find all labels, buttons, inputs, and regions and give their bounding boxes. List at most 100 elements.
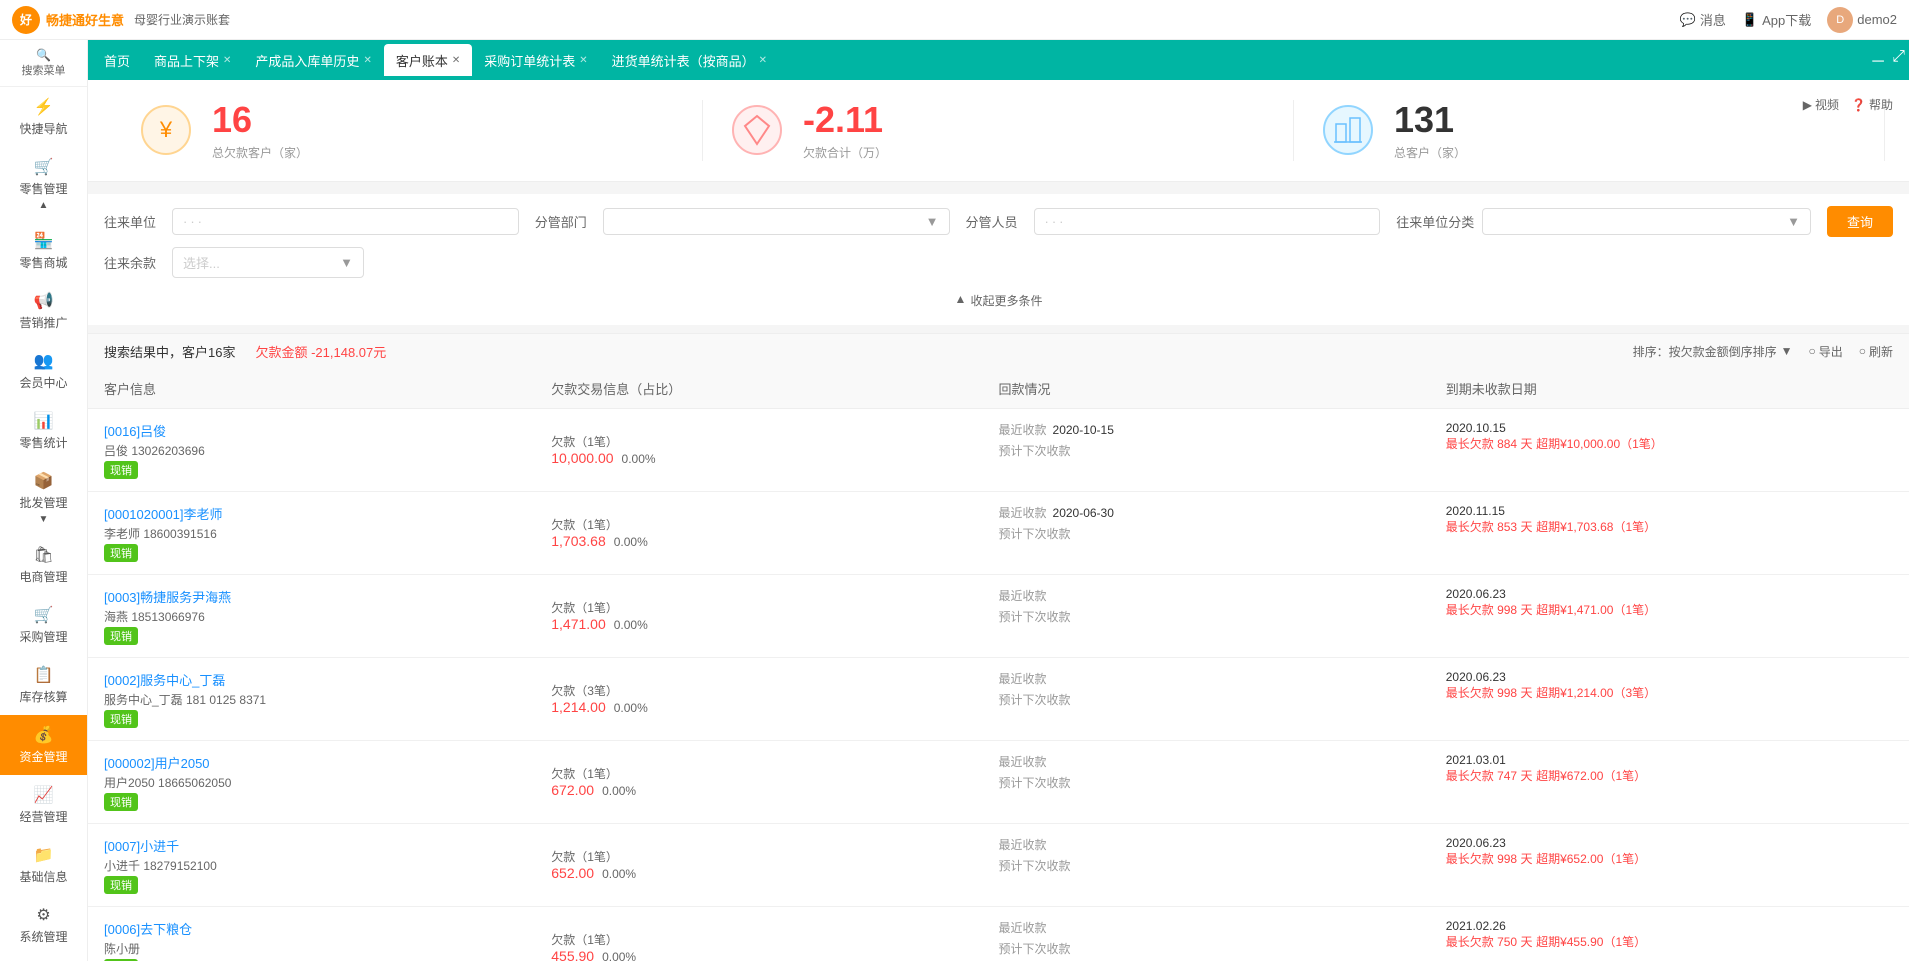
header-overdue: 到期未收款日期: [1446, 379, 1893, 398]
avatar: D: [1827, 7, 1853, 33]
overdue-link-3[interactable]: 超期¥1,214.00（3笔）: [1536, 686, 1656, 700]
search-icon: 🔍: [36, 48, 51, 62]
customer-info-2: [0003]畅捷服务尹海燕 海燕 18513066976 现销: [104, 587, 551, 645]
result-actions: 排序：按欠款金额倒序排序 ▼ ○ 导出 ○ 刷新: [1633, 343, 1893, 360]
system-icon: ⚙: [36, 905, 50, 925]
debt-info-6: 欠款（1笔） 455.900.00%: [551, 919, 998, 961]
stat-card-debt-customers: ¥ 16 总欠款客户（家）: [112, 100, 703, 161]
ecommerce-icon: 🛍: [33, 545, 53, 565]
table-row: [0001020001]李老师 李老师 18600391516 现销 欠款（1笔…: [88, 492, 1909, 575]
help-icon: ❓: [1851, 98, 1866, 112]
close-tab-products[interactable]: ✕: [223, 55, 231, 66]
overdue-6: 2021.02.26 最长欠款 750 天 超期¥455.90（1笔）: [1446, 919, 1893, 961]
customer-name-6[interactable]: [0006]去下粮仓: [104, 922, 192, 937]
tab-inventory[interactable]: 产成品入库单历史 ✕: [243, 44, 383, 76]
close-tab-inventory[interactable]: ✕: [363, 55, 371, 66]
close-tab-purchase[interactable]: ✕: [579, 55, 587, 66]
close-tab-stats[interactable]: ✕: [759, 55, 767, 66]
overdue-link-0[interactable]: 超期¥10,000.00（1笔）: [1536, 437, 1663, 451]
stat-icon-building: [1318, 100, 1378, 160]
retail-stats-icon: 📊: [34, 411, 54, 431]
sidebar-item-quicknav[interactable]: ⚡ 快捷导航: [0, 87, 87, 147]
sidebar-item-wholesale[interactable]: 📦 批发管理 ▼: [0, 461, 87, 535]
wholesale-icon: 📦: [34, 471, 54, 491]
svg-text:¥: ¥: [159, 117, 173, 142]
sidebar-item-marketing[interactable]: 📢 营销推广: [0, 281, 87, 341]
tab-maximize-icon[interactable]: ⤢: [1892, 48, 1905, 72]
overdue-link-6[interactable]: 超期¥455.90（1笔）: [1536, 935, 1646, 949]
tab-purchase-order[interactable]: 采购订单统计表 ✕: [472, 44, 599, 76]
user-menu[interactable]: D demo2: [1827, 7, 1897, 33]
app-download-btn[interactable]: 📱 App下载: [1742, 10, 1811, 29]
sidebar-item-ecommerce[interactable]: 🛍 电商管理: [0, 535, 87, 595]
sidebar-search[interactable]: 🔍 搜索菜单: [0, 40, 87, 87]
sidebar-item-basic-info[interactable]: 📁 基础信息: [0, 835, 87, 895]
sidebar-item-retail-mgmt[interactable]: 🛒 零售管理 ▲: [0, 147, 87, 221]
collection-1: 最近收款2020-06-30 预计下次收款: [999, 504, 1446, 562]
sidebar-item-retail-mall[interactable]: 🏪 零售商城: [0, 221, 87, 281]
tab-customer-ledger[interactable]: 客户账本 ✕: [384, 44, 472, 76]
stat-value-debt-total: -2.11: [803, 100, 887, 140]
customer-name-2[interactable]: [0003]畅捷服务尹海燕: [104, 590, 231, 605]
overdue-link-5[interactable]: 超期¥652.00（1笔）: [1536, 852, 1646, 866]
filter-input-person[interactable]: ···: [1034, 208, 1381, 235]
tab-purchase-stats[interactable]: 进货单统计表（按商品） ✕: [600, 44, 779, 76]
stat-icon-diamond: [727, 100, 787, 160]
sidebar-item-system[interactable]: ⚙ 系统管理: [0, 895, 87, 955]
debt-info-4: 欠款（1笔） 672.000.00%: [551, 753, 998, 811]
export-btn[interactable]: ○ 导出: [1808, 343, 1842, 360]
video-btn[interactable]: ▶ 视频: [1803, 96, 1839, 113]
sidebar-item-operations[interactable]: 📈 经营管理: [0, 775, 87, 835]
message-btn[interactable]: 💬 消息: [1680, 10, 1726, 29]
close-tab-customer[interactable]: ✕: [452, 55, 460, 66]
overdue-1: 2020.11.15 最长欠款 853 天 超期¥1,703.68（1笔）: [1446, 504, 1893, 562]
tab-minimize-icon[interactable]: －: [1870, 48, 1886, 72]
tab-home[interactable]: 首页: [92, 44, 142, 76]
collapse-filter-btn[interactable]: ▲ 收起更多条件: [104, 288, 1893, 313]
table-row: [0006]去下粮仓 陈小册 现销 欠款（1笔） 455.900.00% 最近收…: [88, 907, 1909, 961]
tab-bar-controls: － ⤢: [1870, 48, 1905, 72]
customer-name-4[interactable]: [000002]用户2050: [104, 756, 210, 771]
filter-label-balance: 往来余款: [104, 253, 164, 272]
sidebar-item-purchase[interactable]: 🛒 采购管理: [0, 595, 87, 655]
filter-select-dept[interactable]: ▼: [603, 208, 950, 235]
collection-0: 最近收款2020-10-15 预计下次收款: [999, 421, 1446, 479]
stat-info-debt-total: -2.11 欠款合计（万）: [803, 100, 887, 161]
table-row: [0016]吕俊 吕俊 13026203696 现销 欠款（1笔） 10,000…: [88, 409, 1909, 492]
chevron-category-icon: ▼: [1787, 214, 1800, 229]
customer-info-6: [0006]去下粮仓 陈小册 现销: [104, 919, 551, 961]
tag-3: 现销: [104, 710, 138, 728]
sidebar-item-inventory[interactable]: 📋 库存核算: [0, 655, 87, 715]
help-btn[interactable]: ❓ 帮助: [1851, 96, 1893, 113]
overdue-link-2[interactable]: 超期¥1,471.00（1笔）: [1536, 603, 1656, 617]
overdue-3: 2020.06.23 最长欠款 998 天 超期¥1,214.00（3笔）: [1446, 670, 1893, 728]
refresh-btn[interactable]: ○ 刷新: [1859, 343, 1893, 360]
sidebar-item-members[interactable]: 👥 会员中心: [0, 341, 87, 401]
customer-name-5[interactable]: [0007]小进千: [104, 839, 179, 854]
overdue-link-1[interactable]: 超期¥1,703.68（1笔）: [1536, 520, 1656, 534]
overdue-4: 2021.03.01 最长欠款 747 天 超期¥672.00（1笔）: [1446, 753, 1893, 811]
customer-name-3[interactable]: [0002]服务中心_丁磊: [104, 673, 225, 688]
collection-5: 最近收款 预计下次收款: [999, 836, 1446, 894]
filter-select-balance[interactable]: 选择... ▼: [172, 247, 364, 278]
filter-label-dept: 分管部门: [535, 212, 595, 231]
sidebar-item-finance[interactable]: 💰 资金管理: [0, 715, 87, 775]
tab-products[interactable]: 商品上下架 ✕: [142, 44, 243, 76]
filter-input-unit[interactable]: ···: [172, 208, 519, 235]
sidebar-item-retail-stats[interactable]: 📊 零售统计: [0, 401, 87, 461]
chevron-dept-icon: ▼: [926, 214, 939, 229]
sort-control[interactable]: 排序：按欠款金额倒序排序 ▼: [1633, 343, 1793, 360]
customer-name-0[interactable]: [0016]吕俊: [104, 424, 166, 439]
overdue-link-4[interactable]: 超期¥672.00（1笔）: [1536, 769, 1646, 783]
filter-select-category[interactable]: ▼: [1482, 208, 1811, 235]
search-button[interactable]: 查询: [1827, 206, 1893, 237]
stat-card-total-customers: 131 总客户（家）: [1294, 100, 1885, 161]
customer-info-5: [0007]小进千 小进千 18279152100 现销: [104, 836, 551, 894]
overdue-0: 2020.10.15 最长欠款 884 天 超期¥10,000.00（1笔）: [1446, 421, 1893, 479]
chevron-up-icon: ▲: [39, 200, 49, 211]
retail-icon: 🛒: [34, 157, 54, 177]
debt-info-0: 欠款（1笔） 10,000.000.00%: [551, 421, 998, 479]
customer-name-1[interactable]: [0001020001]李老师: [104, 507, 223, 522]
sidebar-item-enterprise[interactable]: 🤝 企业协同: [0, 955, 87, 961]
stat-card-debt-total: -2.11 欠款合计（万）: [703, 100, 1294, 161]
